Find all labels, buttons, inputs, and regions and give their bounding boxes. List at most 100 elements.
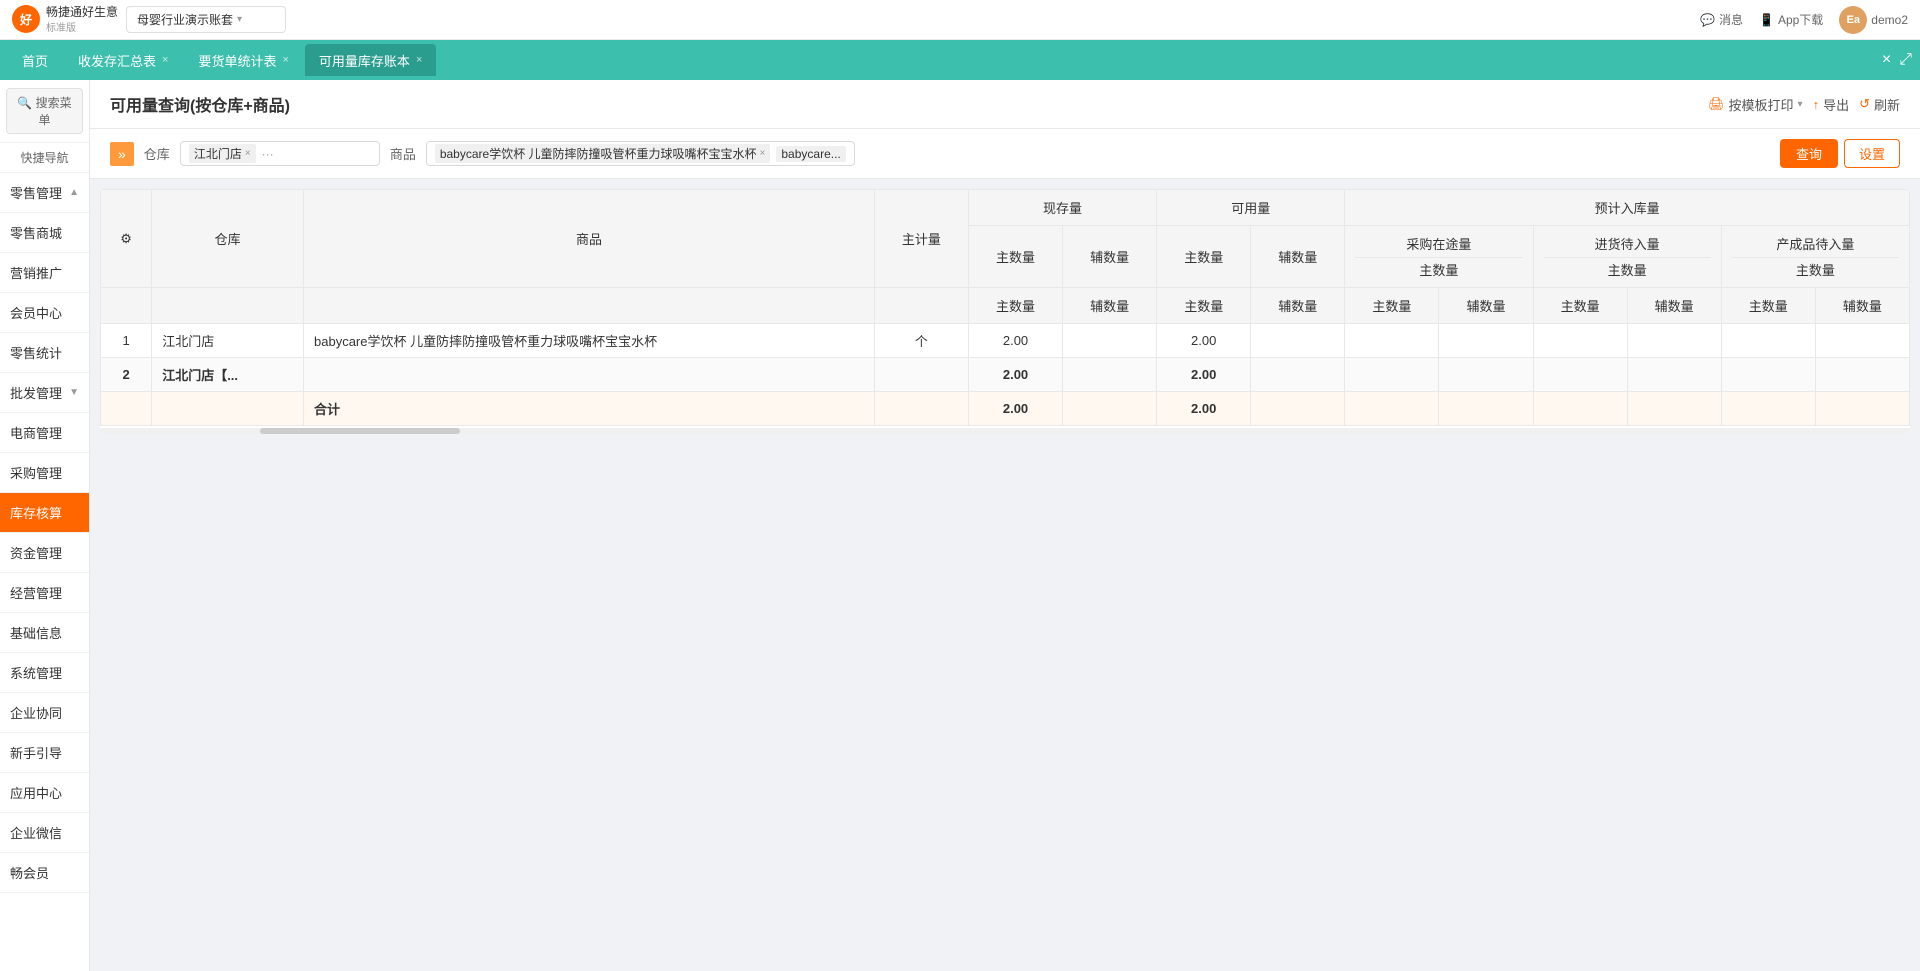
sidebar-item-member[interactable]: 畅会员	[0, 853, 89, 893]
tab-keyongliang-close[interactable]: ×	[416, 54, 422, 66]
store-selector[interactable]: 母婴行业演示账套 ▾	[126, 6, 286, 33]
th-avail-main: 主数量	[1157, 226, 1251, 288]
settings-button[interactable]: 设置	[1844, 139, 1900, 168]
th-sub-warehouse	[152, 288, 304, 324]
filter-expand-button[interactable]: »	[110, 142, 134, 166]
refresh-label: 刷新	[1874, 95, 1900, 114]
td-unit: 个	[874, 324, 968, 358]
settings-icon[interactable]: ⚙	[120, 231, 132, 246]
th-sub-avail-aux: 辅数量	[1251, 288, 1345, 324]
td-inc-main	[1533, 324, 1627, 358]
th-settings[interactable]: ⚙	[101, 190, 152, 288]
print-label: 按模板打印	[1729, 95, 1794, 114]
top-bar-left: 好 畅捷通好生意 标准版 母婴行业演示账套 ▾	[12, 5, 286, 34]
sidebar-item-enterprise[interactable]: 企业协同	[0, 693, 89, 733]
refresh-icon: ↺	[1859, 96, 1870, 112]
page-header: 可用量查询(按仓库+商品) 🖨 按模板打印 ▾ ↑ 导出 ↺ 刷新	[90, 80, 1920, 129]
sidebar-item-retail-mall-label: 零售商城	[10, 223, 62, 242]
th-warehouse: 仓库	[152, 190, 304, 288]
sidebar-item-retail-mgmt[interactable]: 零售管理 ▲	[0, 173, 89, 213]
warehouse-filter-label: 仓库	[144, 144, 170, 163]
sidebar: 🔍 搜索菜单 快捷导航 零售管理 ▲ 零售商城 营销推广 会员中心 零售统计 批…	[0, 80, 90, 971]
td-sub-avail-aux	[1251, 358, 1345, 392]
th-sub-prod-main: 主数量	[1721, 288, 1815, 324]
product-tag-close[interactable]: ×	[760, 148, 766, 159]
tab-home[interactable]: 首页	[8, 44, 62, 76]
tab-yaohuo[interactable]: 要货单统计表 ×	[184, 44, 302, 76]
sidebar-item-marketing[interactable]: 营销推广	[0, 253, 89, 293]
message-button[interactable]: 💬 消息	[1700, 11, 1743, 28]
page-title: 可用量查询(按仓库+商品)	[110, 92, 290, 116]
quick-nav-button[interactable]: 快捷导航	[0, 143, 89, 173]
tab-keyongliang[interactable]: 可用量库存账本 ×	[305, 44, 436, 76]
tab-shoufachu[interactable]: 收发存汇总表 ×	[64, 44, 182, 76]
tf-empty8	[1533, 392, 1627, 426]
sidebar-item-inventory-label: 库存核算	[10, 503, 62, 522]
sidebar-item-base-info[interactable]: 基础信息	[0, 613, 89, 653]
sidebar-item-business[interactable]: 经营管理	[0, 573, 89, 613]
th-purchase-main: 主数量	[1355, 260, 1522, 279]
sidebar-item-app-center[interactable]: 应用中心	[0, 773, 89, 813]
warehouse-filter-input[interactable]: 江北门店 × ···	[180, 141, 380, 166]
td-pur-main	[1345, 324, 1439, 358]
product-filter-input[interactable]: babycare学饮杯 儿童防摔防撞吸管杯重力球吸嘴杯宝宝水杯 × babyca…	[426, 141, 855, 166]
user-name: demo2	[1871, 13, 1908, 27]
sidebar-item-marketing-label: 营销推广	[10, 263, 62, 282]
tf-empty9	[1627, 392, 1721, 426]
sidebar-item-new-guide[interactable]: 新手引导	[0, 733, 89, 773]
horizontal-scrollbar[interactable]	[100, 428, 1910, 434]
warehouse-tag-close[interactable]: ×	[245, 148, 251, 159]
user-area[interactable]: Ea demo2	[1839, 6, 1908, 34]
th-sub-stock-aux: 辅数量	[1063, 288, 1157, 324]
logo-text-area: 畅捷通好生意 标准版	[46, 5, 118, 34]
sidebar-item-sys-mgmt[interactable]: 系统管理	[0, 653, 89, 693]
sidebar-item-retail-mgmt-label: 零售管理	[10, 183, 62, 202]
th-sub-product	[304, 288, 875, 324]
sidebar-item-inventory[interactable]: 库存核算	[0, 493, 89, 533]
sidebar-item-finance[interactable]: 资金管理	[0, 533, 89, 573]
sidebar-search-area: 🔍 搜索菜单	[0, 80, 89, 143]
sidebar-item-wechat[interactable]: 企业微信	[0, 813, 89, 853]
tab-shoufachu-close[interactable]: ×	[162, 54, 168, 66]
sidebar-item-ecommerce[interactable]: 电商管理	[0, 413, 89, 453]
sidebar-item-purchase[interactable]: 采购管理	[0, 453, 89, 493]
sidebar-item-retail-stats-label: 零售统计	[10, 343, 62, 362]
tf-empty1	[101, 392, 152, 426]
sidebar-item-member-center[interactable]: 会员中心	[0, 293, 89, 333]
th-avail-aux: 辅数量	[1251, 226, 1345, 288]
sidebar-item-member-center-label: 会员中心	[10, 303, 62, 322]
sidebar-item-retail-stats[interactable]: 零售统计	[0, 333, 89, 373]
chevron-down-icon: ▾	[237, 14, 242, 25]
table-row-subtotal: 2 江北门店【... 2.00 2.00	[101, 358, 1910, 392]
logo-icon: 好	[12, 5, 40, 33]
export-label: 导出	[1823, 95, 1849, 114]
sidebar-item-retail-mall[interactable]: 零售商城	[0, 213, 89, 253]
td-sub-prod-main	[1721, 358, 1815, 392]
td-avail-main: 2.00	[1157, 324, 1251, 358]
td-row-no: 1	[101, 324, 152, 358]
close-all-tabs-button[interactable]: ×	[1882, 51, 1891, 69]
expand-icon[interactable]: ⤢	[1899, 51, 1912, 69]
sidebar-item-ecommerce-label: 电商管理	[10, 423, 62, 442]
refresh-button[interactable]: ↺ 刷新	[1859, 95, 1900, 114]
export-button[interactable]: ↑ 导出	[1813, 95, 1850, 114]
td-stock-main: 2.00	[968, 324, 1062, 358]
top-bar-right: 💬 消息 📱 App下载 Ea demo2	[1700, 6, 1908, 34]
th-sub-inc-aux: 辅数量	[1627, 288, 1721, 324]
scrollbar-thumb[interactable]	[260, 428, 460, 434]
sidebar-item-business-label: 经营管理	[10, 583, 62, 602]
th-sub-settings	[101, 288, 152, 324]
print-button[interactable]: 🖨 按模板打印 ▾	[1708, 95, 1803, 114]
sidebar-item-app-center-label: 应用中心	[10, 783, 62, 802]
filter-bar: » 仓库 江北门店 × ··· 商品 babycare学饮杯 儿童防摔防撞吸管杯…	[90, 129, 1920, 179]
tab-keyongliang-label: 可用量库存账本	[319, 51, 410, 70]
td-stock-aux	[1063, 324, 1157, 358]
query-button[interactable]: 查询	[1780, 139, 1838, 168]
warehouse-tag-value: 江北门店	[194, 145, 242, 162]
search-menu-button[interactable]: 🔍 搜索菜单	[6, 88, 83, 134]
warehouse-tag: 江北门店 ×	[189, 144, 256, 163]
app-download-button[interactable]: 📱 App下载	[1759, 11, 1823, 28]
td-sub-avail-main: 2.00	[1157, 358, 1251, 392]
tab-yaohuo-close[interactable]: ×	[282, 54, 288, 66]
sidebar-item-wholesale-mgmt[interactable]: 批发管理 ▼	[0, 373, 89, 413]
